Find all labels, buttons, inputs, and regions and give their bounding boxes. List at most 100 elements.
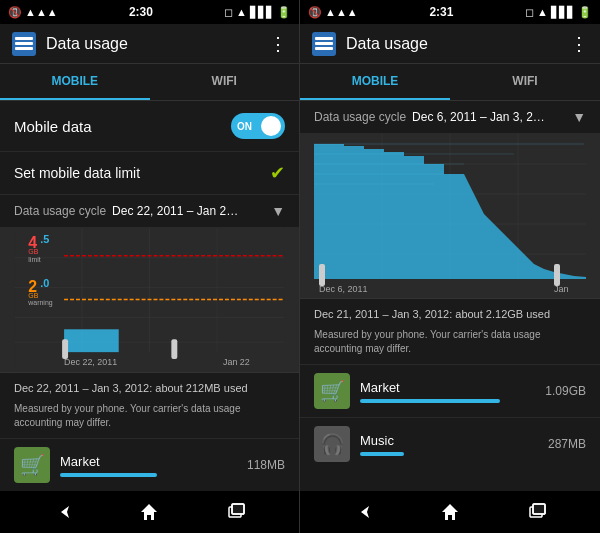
left-chart: 4 .5 GB limit 2 .0 GB warning Dec 22, 20… (0, 228, 299, 373)
left-stats-note: Measured by your phone. Your carrier's d… (0, 400, 299, 438)
right-phone-panel: 📵 ▲▲▲ 2:31 ◻ ▲ ▋▋▋ 🔋 Data usage ⋮ MOBILE… (300, 0, 600, 533)
left-back-button[interactable] (43, 497, 83, 527)
right-tab-bar: MOBILE WIFI (300, 64, 600, 101)
svg-text:warning: warning (27, 299, 52, 307)
right-cycle-label: Data usage cycle (314, 110, 406, 124)
set-limit-row[interactable]: Set mobile data limit ✔ (0, 152, 299, 195)
svg-marker-52 (361, 506, 369, 518)
signal-icon: ▲▲▲ (25, 6, 58, 18)
left-recents-button[interactable] (216, 497, 256, 527)
svg-text:Dec 22, 2011: Dec 22, 2011 (64, 357, 117, 367)
svg-rect-32 (315, 42, 333, 45)
left-cycle-arrow: ▼ (271, 203, 285, 219)
right-back-button[interactable] (343, 497, 383, 527)
svg-rect-33 (315, 47, 333, 50)
right-tab-wifi[interactable]: WIFI (450, 64, 600, 100)
left-menu-button[interactable]: ⋮ (269, 33, 287, 55)
svg-rect-49 (554, 264, 560, 286)
svg-text:GB: GB (28, 248, 38, 255)
left-home-button[interactable] (129, 497, 169, 527)
left-status-icons: 📵 ▲▲▲ (8, 6, 58, 19)
svg-text:Dec 6, 2011: Dec 6, 2011 (319, 284, 368, 294)
left-tab-mobile[interactable]: MOBILE (0, 64, 150, 100)
toggle-on-label: ON (237, 121, 252, 132)
svg-rect-1 (15, 42, 33, 45)
right-market-bar (360, 399, 500, 403)
svg-rect-0 (15, 37, 33, 40)
svg-text:.0: .0 (40, 277, 49, 289)
left-status-bar: 📵 ▲▲▲ 2:30 ◻ ▲ ▋▋▋ 🔋 (0, 0, 299, 24)
svg-marker-27 (141, 504, 157, 520)
right-home-button[interactable] (430, 497, 470, 527)
svg-text:Jan: Jan (554, 284, 569, 294)
right-cycle-row[interactable]: Data usage cycle Dec 6, 2011 – Jan 3, 2…… (300, 101, 600, 134)
right-app-item-music[interactable]: 🎧 Music 287MB (300, 417, 600, 470)
alarm-icon: ◻ (224, 6, 233, 19)
right-signal-bars: ▋▋▋ (551, 6, 575, 19)
wifi-icon: ▲ (236, 6, 247, 18)
right-battery-icon: 🔋 (578, 6, 592, 19)
mobile-data-row: Mobile data ON (0, 101, 299, 152)
right-stats-note: Measured by your phone. Your carrier's d… (300, 326, 600, 364)
right-right-icons: ◻ ▲ ▋▋▋ 🔋 (525, 6, 592, 19)
left-content: Mobile data ON Set mobile data limit ✔ D… (0, 101, 299, 491)
right-cycle-arrow: ▼ (572, 109, 586, 125)
left-stats-usage: Dec 22, 2011 – Jan 3, 2012: about 212MB … (0, 373, 299, 400)
left-right-icons: ◻ ▲ ▋▋▋ 🔋 (224, 6, 291, 19)
right-time: 2:31 (429, 5, 453, 19)
right-app-item-market[interactable]: 🛒 Market 1.09GB (300, 364, 600, 417)
right-wifi-icon: ▲ (537, 6, 548, 18)
right-music-name: Music (360, 433, 538, 448)
left-app-item-market[interactable]: 🛒 Market 118MB (0, 438, 299, 491)
right-status-bar: 📵 ▲▲▲ 2:31 ◻ ▲ ▋▋▋ 🔋 (300, 0, 600, 24)
right-market-icon: 🛒 (314, 373, 350, 409)
market-info: Market (60, 454, 237, 477)
battery-icon: 🔋 (277, 6, 291, 19)
svg-rect-31 (315, 37, 333, 40)
right-market-size: 1.09GB (545, 384, 586, 398)
left-cycle-row[interactable]: Data usage cycle Dec 22, 2011 – Jan 2… ▼ (0, 195, 299, 228)
signal-bars: ▋▋▋ (250, 6, 274, 19)
right-music-icon: 🎧 (314, 426, 350, 462)
svg-rect-23 (171, 339, 177, 359)
set-limit-label: Set mobile data limit (14, 165, 140, 181)
svg-text:limit: limit (28, 256, 40, 263)
left-app-title: Data usage (46, 35, 259, 53)
market-name: Market (60, 454, 237, 469)
svg-rect-29 (232, 504, 244, 514)
right-app-title: Data usage (346, 35, 560, 53)
left-cycle-value: Dec 22, 2011 – Jan 2… (112, 204, 265, 218)
svg-rect-48 (319, 264, 325, 286)
right-tab-mobile[interactable]: MOBILE (300, 64, 450, 100)
left-nav-bar (0, 491, 299, 533)
right-music-info: Music (360, 433, 538, 456)
left-time: 2:30 (129, 5, 153, 19)
mobile-data-toggle[interactable]: ON (231, 113, 285, 139)
svg-rect-55 (533, 504, 545, 514)
right-music-size: 287MB (548, 437, 586, 451)
svg-marker-53 (442, 504, 458, 520)
right-nav-bar (300, 491, 600, 533)
right-content: Data usage cycle Dec 6, 2011 – Jan 3, 2…… (300, 101, 600, 491)
set-limit-checkmark: ✔ (270, 162, 285, 184)
right-market-info: Market (360, 380, 535, 403)
right-cycle-value: Dec 6, 2011 – Jan 3, 2… (412, 110, 566, 124)
market-bar (60, 473, 157, 477)
right-market-name: Market (360, 380, 535, 395)
right-menu-button[interactable]: ⋮ (570, 33, 588, 55)
right-app-icon (312, 32, 336, 56)
right-recents-button[interactable] (517, 497, 557, 527)
right-music-bar (360, 452, 404, 456)
toggle-knob (261, 116, 281, 136)
left-tab-wifi[interactable]: WIFI (150, 64, 300, 100)
left-app-bar: Data usage ⋮ (0, 24, 299, 64)
left-cycle-label: Data usage cycle (14, 204, 106, 218)
left-phone-panel: 📵 ▲▲▲ 2:30 ◻ ▲ ▋▋▋ 🔋 Data usage ⋮ MOBILE… (0, 0, 300, 533)
svg-text:.5: .5 (40, 233, 49, 245)
left-tab-bar: MOBILE WIFI (0, 64, 299, 101)
right-notification-icon: 📵 (308, 6, 322, 19)
svg-marker-26 (61, 506, 69, 518)
svg-text:GB: GB (28, 292, 38, 299)
svg-rect-2 (15, 47, 33, 50)
svg-text:Jan 22: Jan 22 (223, 357, 250, 367)
